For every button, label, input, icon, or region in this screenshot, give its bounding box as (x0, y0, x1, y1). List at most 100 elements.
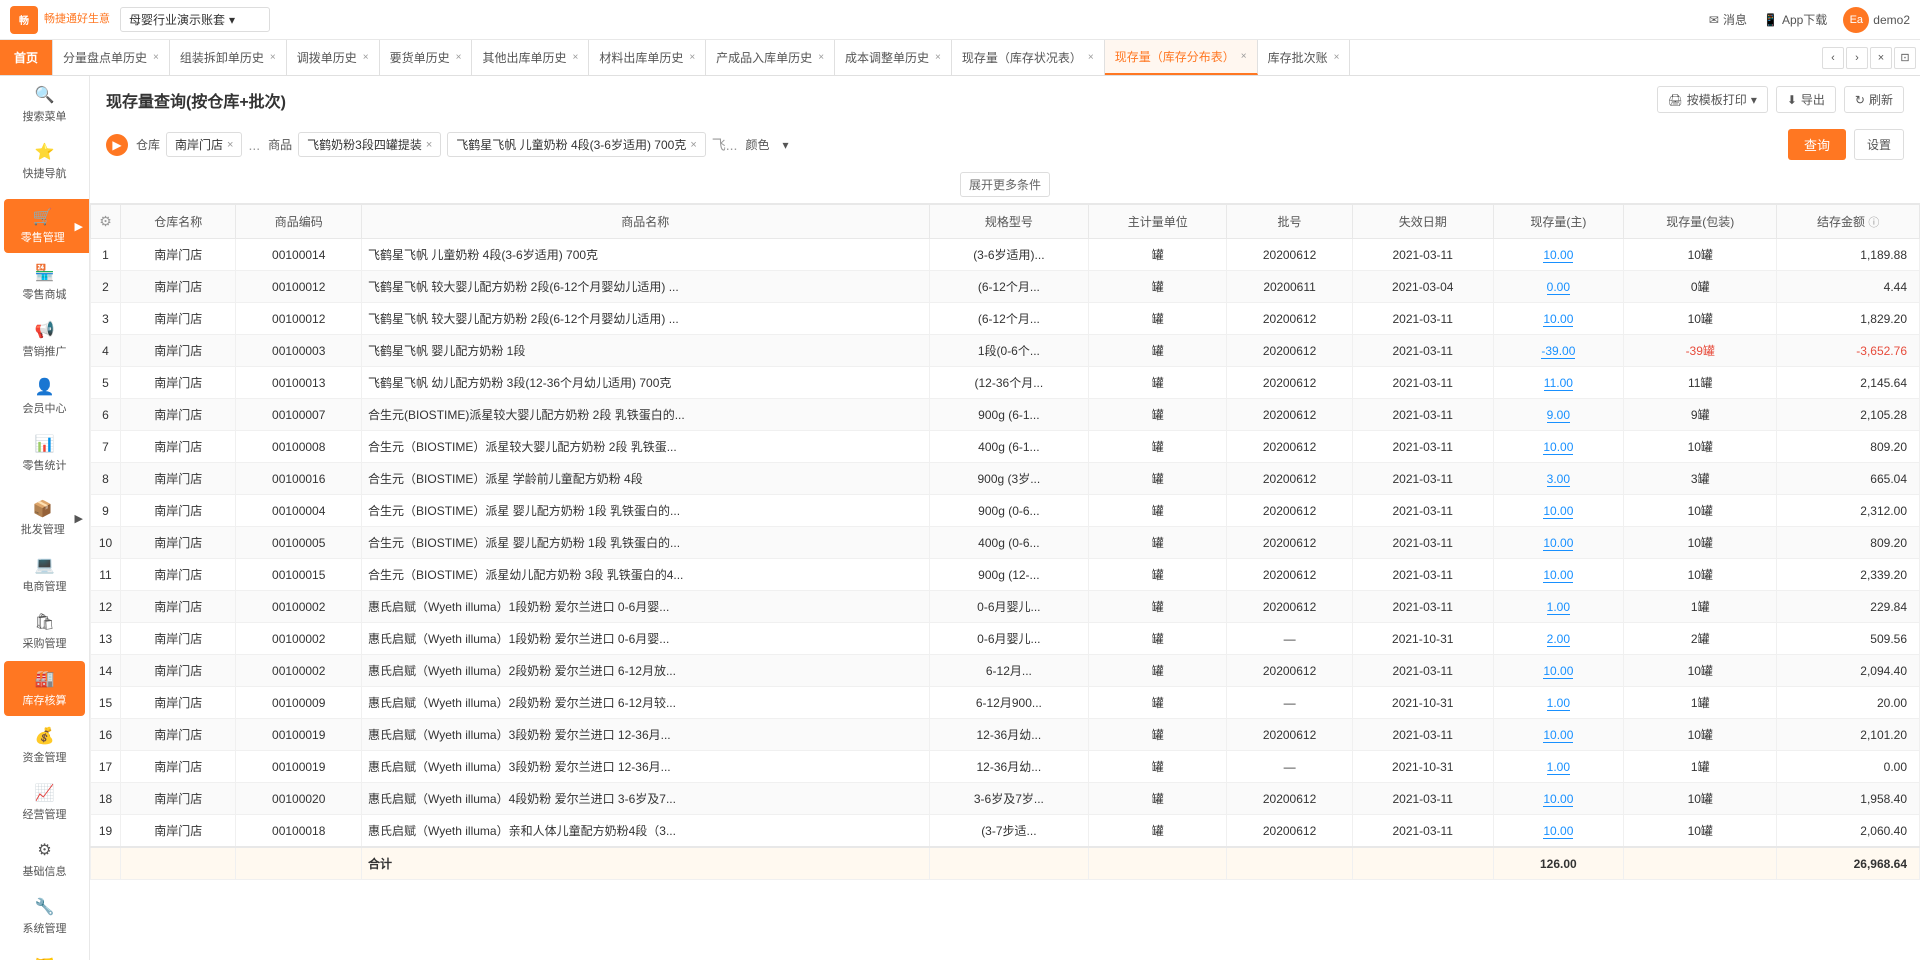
tab-nav-left[interactable]: ‹ (1822, 47, 1844, 69)
sidebar-item-inventory[interactable]: 🏭 库存核算 (4, 661, 85, 716)
query-button[interactable]: 查询 (1788, 129, 1846, 160)
settings-button[interactable]: 设置 (1854, 129, 1904, 160)
product-tag-2[interactable]: 飞鹤星飞帆 儿童奶粉 4段(3-6岁适用) 700克 × (447, 132, 705, 157)
tab-nav-close[interactable]: × (1870, 47, 1892, 69)
product-tag-1-remove[interactable]: × (426, 139, 432, 151)
sidebar-item-operations[interactable]: 📈 经营管理 (4, 775, 85, 830)
sidebar-item-wholesale[interactable]: 📦 批发管理 ▶ (4, 491, 90, 545)
cell-qty-main[interactable]: 10.00 (1493, 431, 1624, 463)
export-button[interactable]: ⬇ 导出 (1776, 86, 1836, 113)
cell-qty-main[interactable]: 10.00 (1493, 719, 1624, 751)
cell-qty-main[interactable]: 10.00 (1493, 239, 1624, 271)
export-icon: ⬇ (1787, 93, 1797, 107)
sidebar-item-finance[interactable]: 💰 资金管理 (4, 718, 85, 773)
cell-qty-main[interactable]: 10.00 (1493, 495, 1624, 527)
workspace-selector[interactable]: 母婴行业演示账套 ▾ (120, 7, 270, 32)
product-tag-1[interactable]: 飞鹤奶粉3段四罐提装 × (298, 132, 441, 157)
table-row: 13 南岸门店 00100002 惠氏启赋（Wyeth illuma）1段奶粉 … (91, 623, 1920, 655)
table-container[interactable]: ⚙ 仓库名称 商品编码 商品名称 规格型号 主计量单位 批号 失效日期 现存量(… (90, 204, 1920, 960)
column-settings-icon[interactable]: ⚙ (99, 213, 112, 229)
cell-qty-main[interactable]: 10.00 (1493, 655, 1624, 687)
warehouse-tag[interactable]: 南岸门店 × (166, 132, 242, 157)
col-expire: 失效日期 (1352, 205, 1493, 239)
close-requisition[interactable]: × (456, 52, 462, 63)
message-button[interactable]: ✉ 消息 (1709, 11, 1747, 28)
product-more[interactable]: 飞... (712, 135, 738, 155)
color-filter-arrow[interactable]: ▾ (775, 135, 795, 155)
sidebar-item-enterprise[interactable]: 🤝 企业协同 (4, 946, 85, 960)
sidebar-item-search[interactable]: 🔍 搜索菜单 (4, 77, 85, 132)
sidebar-item-marketing[interactable]: 📢 营销推广 (4, 312, 85, 367)
refresh-button[interactable]: ↻ 刷新 (1844, 86, 1904, 113)
filter-expand-arrow[interactable]: ▶ (106, 134, 128, 156)
table-row: 1 南岸门店 00100014 飞鹤星飞帆 儿童奶粉 4段(3-6岁适用) 70… (91, 239, 1920, 271)
sidebar-item-basics[interactable]: ⚙ 基础信息 (4, 832, 85, 887)
close-material-out[interactable]: × (689, 52, 695, 63)
cell-qty-main[interactable]: 3.00 (1493, 463, 1624, 495)
expand-more-button[interactable]: 展开更多条件 (960, 172, 1050, 197)
close-adjust[interactable]: × (363, 52, 369, 63)
col-qty-main: 现存量(主) (1493, 205, 1624, 239)
cell-qty-main[interactable]: 10.00 (1493, 815, 1624, 848)
top-bar: 畅 畅捷通好生意 母婴行业演示账套 ▾ ✉ 消息 📱 App下载 Ea demo… (0, 0, 1920, 40)
tab-material-out[interactable]: 材料出库单历史 × (589, 40, 706, 75)
product-tag-2-remove[interactable]: × (690, 139, 696, 151)
sidebar-item-ecommerce[interactable]: 💻 电商管理 (4, 547, 85, 602)
cell-qty-main[interactable]: 9.00 (1493, 399, 1624, 431)
cell-qty-main[interactable]: 10.00 (1493, 559, 1624, 591)
sidebar-item-retail-store[interactable]: 🏪 零售商城 (4, 255, 85, 310)
app-download-button[interactable]: 📱 App下载 (1763, 11, 1827, 28)
tab-batch-account[interactable]: 库存批次账 × (1258, 40, 1351, 75)
warehouse-remove[interactable]: × (227, 139, 233, 151)
cell-qty-main[interactable]: -39.00 (1493, 335, 1624, 367)
cell-amount: 2,339.20 (1777, 559, 1920, 591)
cell-qty-main[interactable]: 10.00 (1493, 527, 1624, 559)
cell-qty-main[interactable]: 11.00 (1493, 367, 1624, 399)
user-profile[interactable]: Ea demo2 (1843, 7, 1910, 33)
tab-cost-adjust[interactable]: 成本调整单历史 × (835, 40, 952, 75)
cell-code: 00100016 (236, 463, 362, 495)
sidebar-item-retail-mgmt[interactable]: 🛒 零售管理 ▶ (4, 199, 90, 253)
footer-amount-total: 26,968.64 (1777, 847, 1920, 880)
close-batch-account[interactable]: × (1334, 52, 1340, 63)
tab-other-out[interactable]: 其他出库单历史 × (472, 40, 589, 75)
tab-nav-more[interactable]: ⊡ (1894, 47, 1916, 69)
close-split-inventory[interactable]: × (153, 52, 159, 63)
close-stock-dist[interactable]: × (1241, 51, 1247, 62)
sidebar-item-purchase[interactable]: 🛍 采购管理 (4, 604, 85, 659)
cell-qty-main[interactable]: 0.00 (1493, 271, 1624, 303)
amount-info-icon[interactable]: ⓘ (1868, 217, 1879, 229)
tab-nav-right[interactable]: › (1846, 47, 1868, 69)
close-other-out[interactable]: × (572, 52, 578, 63)
workspace-label: 母婴行业演示账套 (129, 11, 225, 28)
tab-disassemble[interactable]: 组装拆卸单历史 × (170, 40, 287, 75)
sidebar-item-retail-stats[interactable]: 📊 零售统计 (4, 426, 85, 481)
tab-stock-status[interactable]: 现存量（库存状况表） × (952, 40, 1105, 75)
cell-qty-main[interactable]: 10.00 (1493, 303, 1624, 335)
col-settings[interactable]: ⚙ (91, 205, 121, 239)
print-arrow: ▾ (1751, 93, 1757, 107)
tab-requisition[interactable]: 要货单历史 × (380, 40, 473, 75)
close-disassemble[interactable]: × (270, 52, 276, 63)
sidebar-item-quick-nav[interactable]: ⭐ 快捷导航 (4, 134, 85, 189)
cell-qty-pkg: 3罐 (1624, 463, 1777, 495)
close-product-in[interactable]: × (818, 52, 824, 63)
sidebar-item-sys-mgmt[interactable]: 🔧 系统管理 (4, 889, 85, 944)
close-stock-status[interactable]: × (1088, 52, 1094, 63)
cell-qty-main[interactable]: 10.00 (1493, 783, 1624, 815)
cell-qty-main[interactable]: 1.00 (1493, 687, 1624, 719)
warehouse-more[interactable]: ... (248, 137, 260, 153)
print-button[interactable]: 🖨 按模板打印 ▾ (1657, 86, 1768, 113)
tab-stock-dist[interactable]: 现存量（库存分布表） × (1105, 40, 1258, 75)
cell-code: 00100009 (236, 687, 362, 719)
cell-qty-main[interactable]: 2.00 (1493, 623, 1624, 655)
sidebar-item-members[interactable]: 👤 会员中心 (4, 369, 85, 424)
cell-qty-main[interactable]: 1.00 (1493, 591, 1624, 623)
tab-product-in[interactable]: 产成品入库单历史 × (706, 40, 835, 75)
close-cost-adjust[interactable]: × (935, 52, 941, 63)
tab-adjust[interactable]: 调拨单历史 × (287, 40, 380, 75)
cell-qty-main[interactable]: 1.00 (1493, 751, 1624, 783)
cell-warehouse: 南岸门店 (121, 495, 236, 527)
tab-home[interactable]: 首页 (0, 40, 53, 75)
tab-split-inventory[interactable]: 分量盘点单历史 × (53, 40, 170, 75)
